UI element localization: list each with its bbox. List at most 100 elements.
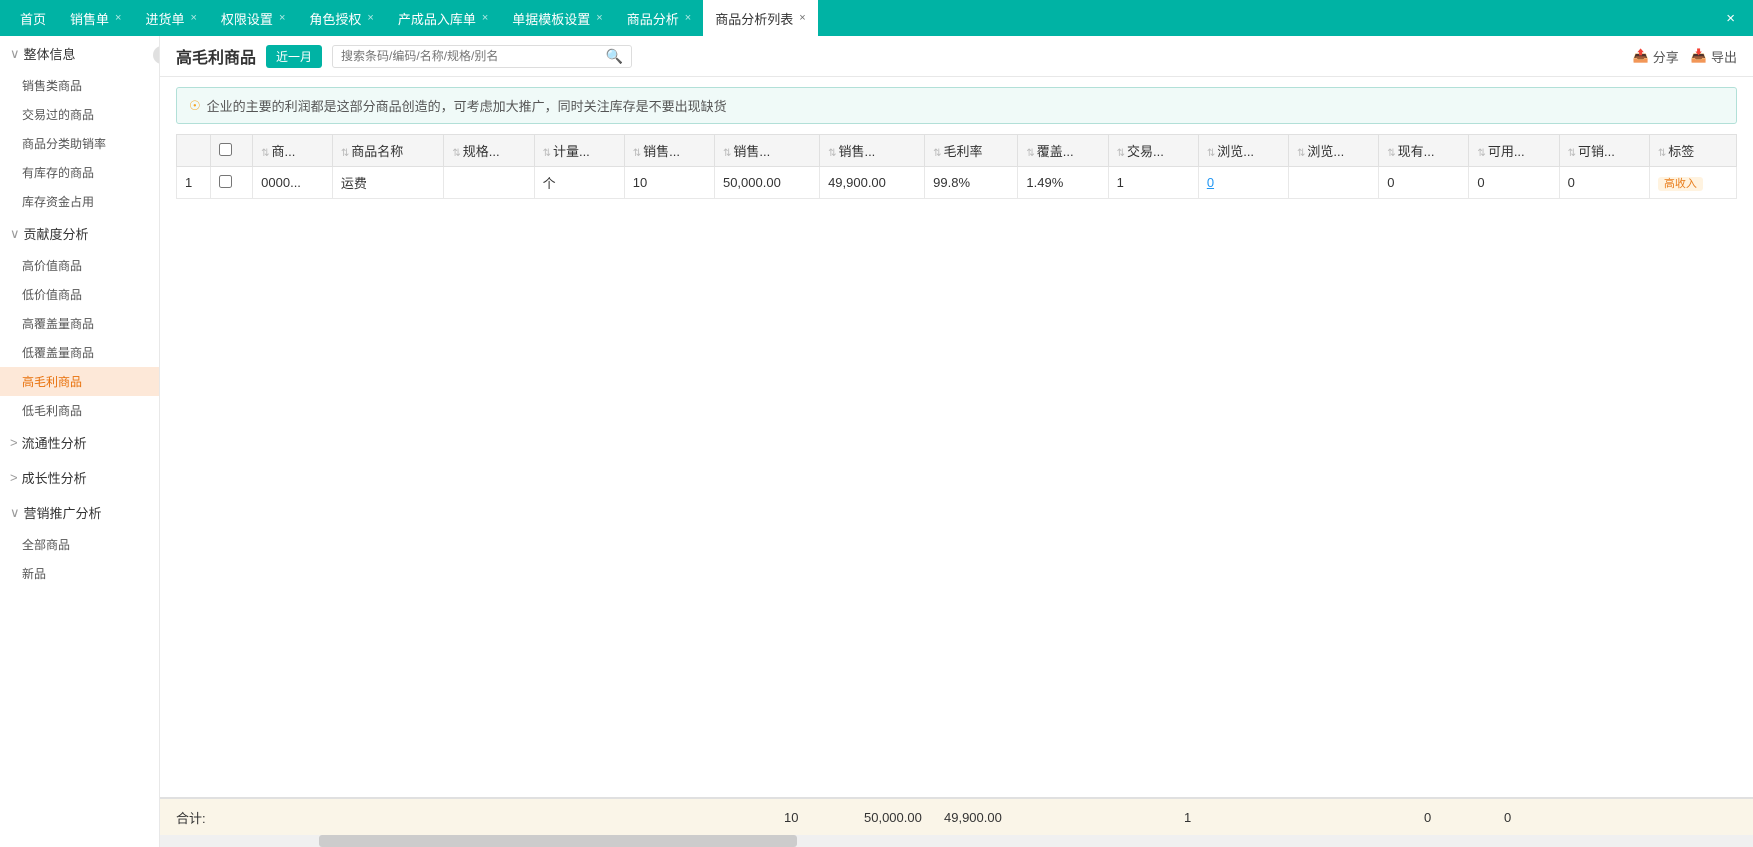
sidebar-group-arrow: > [10, 435, 18, 450]
col-header-available_stock[interactable]: ⇅可用... [1469, 135, 1559, 167]
sort-icon: ⇅ [1568, 148, 1576, 159]
search-icon[interactable]: 🔍 [606, 48, 623, 65]
horizontal-scrollbar[interactable] [160, 835, 1753, 847]
cell-spec [444, 167, 534, 199]
cell-unit: 个 [534, 167, 624, 199]
page-title: 高毛利商品 [176, 44, 256, 68]
data-table: ⇅商...⇅商品名称⇅规格...⇅计量...⇅销售...⇅销售...⇅销售...… [176, 134, 1737, 199]
sort-icon: ⇅ [1297, 148, 1305, 159]
col-header-current_stock[interactable]: ⇅现有... [1379, 135, 1469, 167]
col-header-trade[interactable]: ⇅交易... [1108, 135, 1198, 167]
footer-cell-3 [536, 808, 616, 827]
nav-close-icon[interactable]: × [279, 12, 285, 24]
sidebar: « ∨整体信息销售类商品交易过的商品商品分类助销率有库存的商品库存资金占用∨贡献… [0, 36, 160, 847]
col-header-code[interactable]: ⇅商... [253, 135, 333, 167]
cell-code: 0000... [253, 167, 333, 199]
sort-icon: ⇅ [828, 148, 836, 159]
col-header-browse1[interactable]: ⇅浏览... [1198, 135, 1288, 167]
sidebar-item-库存资金占用[interactable]: 库存资金占用 [0, 187, 159, 216]
sidebar-group-整体信息[interactable]: ∨整体信息 [0, 36, 159, 71]
sidebar-item-高覆盖量商品[interactable]: 高覆盖量商品 [0, 309, 159, 338]
nav-item-商品分析列表[interactable]: 商品分析列表× [703, 0, 817, 36]
footer-cell-13 [1336, 808, 1416, 827]
cell-browse2 [1289, 167, 1379, 199]
scrollbar-thumb[interactable] [319, 835, 797, 847]
sidebar-group-arrow: ∨ [10, 226, 20, 242]
cell-index: 1 [177, 167, 211, 199]
col-header-tag[interactable]: ⇅标签 [1649, 135, 1736, 167]
cell-browse1[interactable]: 0 [1198, 167, 1288, 199]
sidebar-item-商品分类助销率[interactable]: 商品分类助销率 [0, 129, 159, 158]
col-header-checkbox [211, 135, 253, 167]
info-banner: ☉ 企业的主要的利润都是这部分商品创造的，可考虑加大推广，同时关注库存是不要出现… [176, 87, 1737, 124]
col-header-sales_amount[interactable]: ⇅销售... [714, 135, 819, 167]
sort-icon: ⇅ [1117, 148, 1125, 159]
tag-badge: 高收入 [1658, 177, 1703, 191]
footer-cell-16 [1576, 808, 1656, 827]
nav-close-icon[interactable]: × [367, 12, 373, 24]
sidebar-group-流通性分析[interactable]: >流通性分析 [0, 425, 159, 460]
nav-item-产成品入库单[interactable]: 产成品入库单× [386, 0, 500, 36]
sidebar-group-成长性分析[interactable]: >成长性分析 [0, 460, 159, 495]
col-header-sales_cost[interactable]: ⇅销售... [820, 135, 925, 167]
col-header-browse2[interactable]: ⇅浏览... [1289, 135, 1379, 167]
nav-item-进货单[interactable]: 进货单× [133, 0, 208, 36]
col-header-sales_qty[interactable]: ⇅销售... [624, 135, 714, 167]
sidebar-group-label: 整体信息 [24, 44, 76, 63]
footer-cell-7: 50,000.00 [856, 808, 936, 827]
nav-close-icon[interactable]: × [799, 12, 805, 24]
search-input[interactable] [341, 49, 606, 63]
sidebar-item-低价值商品[interactable]: 低价值商品 [0, 280, 159, 309]
nav-close-icon[interactable]: × [115, 12, 121, 24]
data-table-container: ⇅商...⇅商品名称⇅规格...⇅计量...⇅销售...⇅销售...⇅销售...… [160, 134, 1753, 797]
sidebar-item-全部商品[interactable]: 全部商品 [0, 530, 159, 559]
footer-cells: 1050,000.0049,900.00100 [296, 808, 1737, 827]
col-header-spec[interactable]: ⇅规格... [444, 135, 534, 167]
sidebar-item-新品[interactable]: 新品 [0, 559, 159, 588]
nav-item-权限设置[interactable]: 权限设置× [209, 0, 297, 36]
nav-close-icon[interactable]: × [482, 12, 488, 24]
sidebar-item-高价值商品[interactable]: 高价值商品 [0, 251, 159, 280]
nav-item-角色授权[interactable]: 角色授权× [297, 0, 385, 36]
footer-cell-0 [296, 808, 376, 827]
total-label: 合计: [176, 808, 296, 827]
col-header-gross_margin[interactable]: ⇅毛利率 [925, 135, 1018, 167]
sidebar-item-有库存的商品[interactable]: 有库存的商品 [0, 158, 159, 187]
col-header-coverage[interactable]: ⇅覆盖... [1018, 135, 1108, 167]
col-header-sellable_stock[interactable]: ⇅可销... [1559, 135, 1649, 167]
row-checkbox[interactable] [219, 175, 232, 188]
sort-icon: ⇅ [543, 148, 551, 159]
cell-sales_qty: 10 [624, 167, 714, 199]
window-close-button[interactable]: × [1716, 10, 1745, 27]
sort-icon: ⇅ [452, 148, 460, 159]
cell-checkbox[interactable] [211, 167, 253, 199]
nav-item-首页[interactable]: 首页 [8, 0, 58, 36]
info-icon: ☉ [189, 98, 201, 114]
nav-close-icon[interactable]: × [596, 12, 602, 24]
export-button[interactable]: 📥 导出 [1691, 47, 1737, 66]
col-header-name[interactable]: ⇅商品名称 [332, 135, 444, 167]
col-header-unit[interactable]: ⇅计量... [534, 135, 624, 167]
sidebar-group-营销推广分析[interactable]: ∨营销推广分析 [0, 495, 159, 530]
sidebar-item-低覆盖量商品[interactable]: 低覆盖量商品 [0, 338, 159, 367]
nav-close-icon[interactable]: × [190, 12, 196, 24]
nav-close-icon[interactable]: × [685, 12, 691, 24]
sidebar-item-交易过的商品[interactable]: 交易过的商品 [0, 100, 159, 129]
sidebar-item-高毛利商品[interactable]: 高毛利商品 [0, 367, 159, 396]
header-actions: 📤 分享 📥 导出 [1633, 47, 1737, 66]
nav-item-单据模板设置[interactable]: 单据模板设置× [500, 0, 614, 36]
sidebar-item-销售类商品[interactable]: 销售类商品 [0, 71, 159, 100]
filter-month-button[interactable]: 近一月 [266, 45, 322, 68]
browse-link[interactable]: 0 [1207, 175, 1214, 190]
nav-item-商品分析[interactable]: 商品分析× [615, 0, 703, 36]
footer-cell-8: 49,900.00 [936, 808, 1016, 827]
nav-item-销售单[interactable]: 销售单× [58, 0, 133, 36]
footer-cell-5 [696, 808, 776, 827]
share-button[interactable]: 📤 分享 [1633, 47, 1679, 66]
footer-cell-14: 0 [1416, 808, 1496, 827]
sidebar-group-贡献度分析[interactable]: ∨贡献度分析 [0, 216, 159, 251]
select-all-checkbox[interactable] [219, 143, 232, 156]
share-icon: 📤 [1633, 48, 1649, 64]
footer-cell-12 [1256, 808, 1336, 827]
sidebar-item-低毛利商品[interactable]: 低毛利商品 [0, 396, 159, 425]
